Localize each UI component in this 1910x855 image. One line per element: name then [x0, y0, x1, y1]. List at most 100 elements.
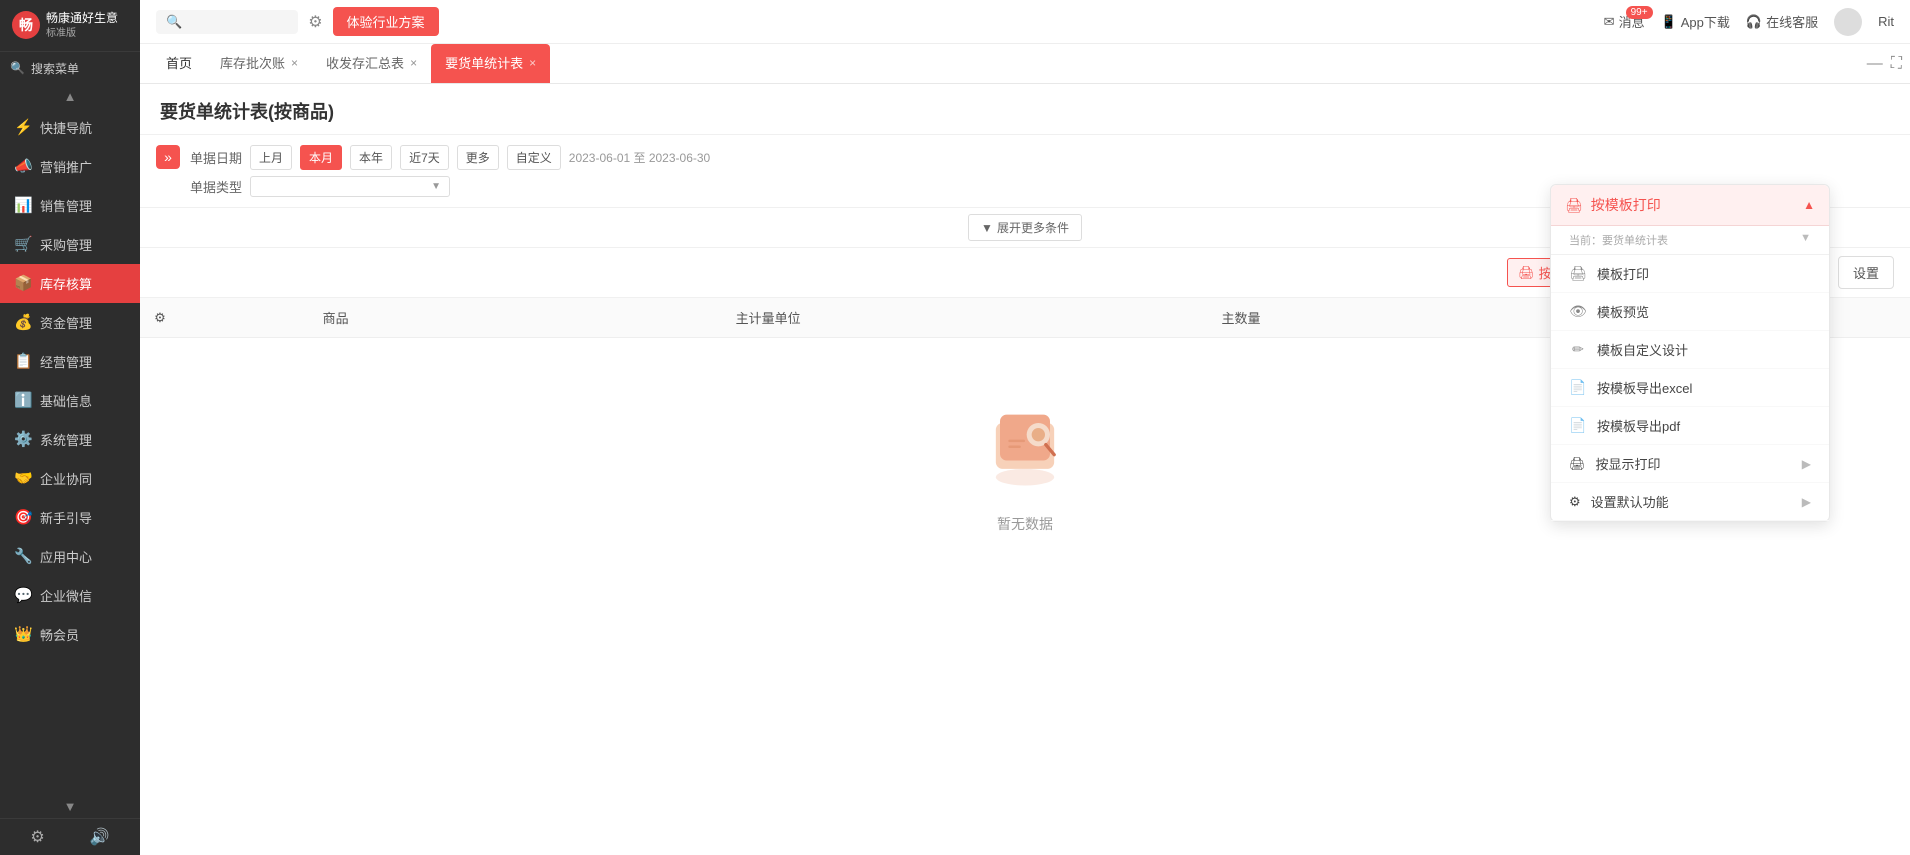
date-current-month-btn[interactable]: 本月 [300, 145, 342, 170]
footer-settings-btn[interactable]: ⚙ [30, 827, 44, 847]
footer-audio-btn[interactable]: 🔊 [90, 827, 110, 847]
expand-more-btn[interactable]: ▼ 展开更多条件 [968, 214, 1082, 241]
sidebar-item-wechat[interactable]: 💬 企业微信 [0, 576, 140, 615]
expand-label: 展开更多条件 [997, 219, 1069, 236]
trial-button[interactable]: 体验行业方案 [333, 7, 439, 36]
sidebar-item-system[interactable]: ⚙️ 系统管理 [0, 420, 140, 459]
app-logo: 畅 畅康通好生意 标准版 [0, 0, 140, 52]
sidebar-item-quick-nav[interactable]: ⚡ 快捷导航 [0, 108, 140, 147]
sidebar-nav: ⚡ 快捷导航 📣 营销推广 📊 销售管理 🛒 采购管理 📦 库存核算 💰 资金管… [0, 108, 140, 795]
header-search-icon: 🔍 [166, 14, 182, 30]
order-type-filter-row: 单据类型 ▼ [190, 176, 710, 197]
sales-icon: 📊 [14, 196, 32, 214]
display-print-label: 按显示打印 [1596, 454, 1661, 473]
template-design-label: 模板自定义设计 [1597, 340, 1688, 359]
avatar[interactable] [1834, 8, 1862, 36]
filter-group: 单据日期 上月 本月 本年 近7天 更多 自定义 2023-06-01 至 20… [190, 145, 710, 197]
sidebar-scroll-up[interactable]: ▲ [0, 85, 140, 108]
tab-order-stats-label: 要货单统计表 [445, 53, 523, 72]
dropdown-item-template-preview[interactable]: 👁 模板预览 [1551, 293, 1829, 331]
sidebar-footer: ⚙ 🔊 [0, 818, 140, 855]
finance-icon: 💰 [14, 313, 32, 331]
sidebar-item-guide[interactable]: 🎯 新手引导 [0, 498, 140, 537]
app-download-btn[interactable]: 📱 App下载 [1661, 12, 1730, 31]
display-print-icon: 🖨 [1569, 456, 1586, 472]
order-type-select[interactable]: ▼ [250, 176, 450, 197]
sidebar-item-label: 应用中心 [40, 547, 92, 566]
filter-expand-button[interactable]: » [156, 145, 180, 169]
sidebar-item-sales[interactable]: 📊 销售管理 [0, 186, 140, 225]
dropdown-item-display-print[interactable]: 🖨 按显示打印 ▶ [1551, 445, 1829, 483]
tab-order-stats[interactable]: 要货单统计表 × [431, 44, 550, 83]
dropdown-item-template-print[interactable]: 🖨 模板打印 [1551, 255, 1829, 293]
tab-batch-account[interactable]: 库存批次账 × [206, 44, 312, 83]
sidebar-search[interactable]: 🔍 搜索菜单 [0, 52, 140, 85]
messages-btn[interactable]: ✉ 消息 99+ [1604, 12, 1645, 31]
current-section-label: 当前：要货单统计表 ▼ [1551, 226, 1829, 255]
sidebar-item-label: 经营管理 [40, 352, 92, 371]
header-search-input[interactable] [188, 15, 288, 29]
dropdown-item-default-func[interactable]: ⚙ 设置默认功能 ▶ [1551, 483, 1829, 521]
collab-icon: 🤝 [14, 469, 32, 487]
date-prev-month-btn[interactable]: 上月 [250, 145, 292, 170]
sidebar-item-label: 企业微信 [40, 586, 92, 605]
sidebar-item-label: 系统管理 [40, 430, 92, 449]
current-arrow: ▼ [1800, 232, 1811, 244]
content-area: 要货单统计表(按商品) » 单据日期 上月 本月 本年 近7天 更多 自定义 2… [140, 84, 1910, 855]
settings-button[interactable]: 设置 [1838, 256, 1894, 289]
headset-icon: 🎧 [1746, 14, 1762, 30]
search-icon: 🔍 [10, 61, 25, 75]
app-download-label: App下载 [1681, 12, 1730, 31]
tab-batch-account-close[interactable]: × [291, 56, 298, 70]
sidebar-item-operation[interactable]: 📋 经营管理 [0, 342, 140, 381]
online-service-btn[interactable]: 🎧 在线客服 [1746, 12, 1818, 31]
header-search-box[interactable]: 🔍 [156, 10, 298, 34]
sidebar-item-label: 营销推广 [40, 157, 92, 176]
sidebar-item-marketing[interactable]: 📣 营销推广 [0, 147, 140, 186]
purchase-icon: 🛒 [14, 235, 32, 253]
system-icon: ⚙️ [14, 430, 32, 448]
app-download-icon: 📱 [1661, 14, 1677, 30]
sidebar-item-basic[interactable]: ℹ️ 基础信息 [0, 381, 140, 420]
date-custom-btn[interactable]: 自定义 [507, 145, 561, 170]
basic-icon: ℹ️ [14, 391, 32, 409]
sidebar-item-label: 畅会员 [40, 625, 79, 644]
print-template-dropdown: 🖨 按模板打印 ▲ 当前：要货单统计表 ▼ 🖨 模板打印 👁 模板预览 ✏ 模板… [1550, 184, 1830, 522]
member-icon: 👑 [14, 625, 32, 643]
tab-order-stats-close[interactable]: × [529, 56, 536, 70]
dropdown-item-template-design[interactable]: ✏ 模板自定义设计 [1551, 331, 1829, 369]
minimize-icon[interactable]: — [1867, 55, 1883, 73]
tab-collection-summary-close[interactable]: × [410, 56, 417, 70]
template-preview-icon: 👁 [1569, 303, 1587, 320]
header-actions: ✉ 消息 99+ 📱 App下载 🎧 在线客服 Rit [1604, 8, 1894, 36]
header-gear-icon[interactable]: ⚙ [308, 12, 322, 32]
sidebar-item-app-center[interactable]: 🔧 应用中心 [0, 537, 140, 576]
sidebar-item-inventory[interactable]: 📦 库存核算 [0, 264, 140, 303]
sidebar-item-collab[interactable]: 🤝 企业协同 [0, 459, 140, 498]
sidebar-scroll-down[interactable]: ▼ [0, 795, 140, 818]
sidebar-item-label: 企业协同 [40, 469, 92, 488]
tab-collection-summary[interactable]: 收发存汇总表 × [312, 44, 431, 83]
dropdown-item-export-pdf[interactable]: 📄 按模板导出pdf [1551, 407, 1829, 445]
date-week7-btn[interactable]: 近7天 [400, 145, 449, 170]
sidebar-item-finance[interactable]: 💰 资金管理 [0, 303, 140, 342]
operation-icon: 📋 [14, 352, 32, 370]
dropdown-item-export-excel[interactable]: 📄 按模板导出excel [1551, 369, 1829, 407]
order-type-select-arrow: ▼ [431, 181, 441, 192]
maximize-icon[interactable]: ⛶ [1891, 55, 1902, 73]
quick-nav-icon: ⚡ [14, 118, 32, 136]
guide-icon: 🎯 [14, 508, 32, 526]
sidebar-item-purchase[interactable]: 🛒 采购管理 [0, 225, 140, 264]
dropdown-header-icon: 🖨 [1565, 197, 1583, 214]
table-settings-col[interactable]: ⚙ [140, 298, 180, 338]
dropdown-header[interactable]: 🖨 按模板打印 ▲ [1551, 185, 1829, 226]
date-more-btn[interactable]: 更多 [457, 145, 499, 170]
tab-collection-summary-label: 收发存汇总表 [326, 53, 404, 72]
username[interactable]: Rit [1878, 14, 1894, 29]
tab-window-controls: — ⛶ [1867, 55, 1902, 73]
marketing-icon: 📣 [14, 157, 32, 175]
sidebar-item-member[interactable]: 👑 畅会员 [0, 615, 140, 654]
date-year-btn[interactable]: 本年 [350, 145, 392, 170]
logo-icon: 畅 [12, 11, 40, 39]
tab-home[interactable]: 首页 [152, 44, 206, 83]
